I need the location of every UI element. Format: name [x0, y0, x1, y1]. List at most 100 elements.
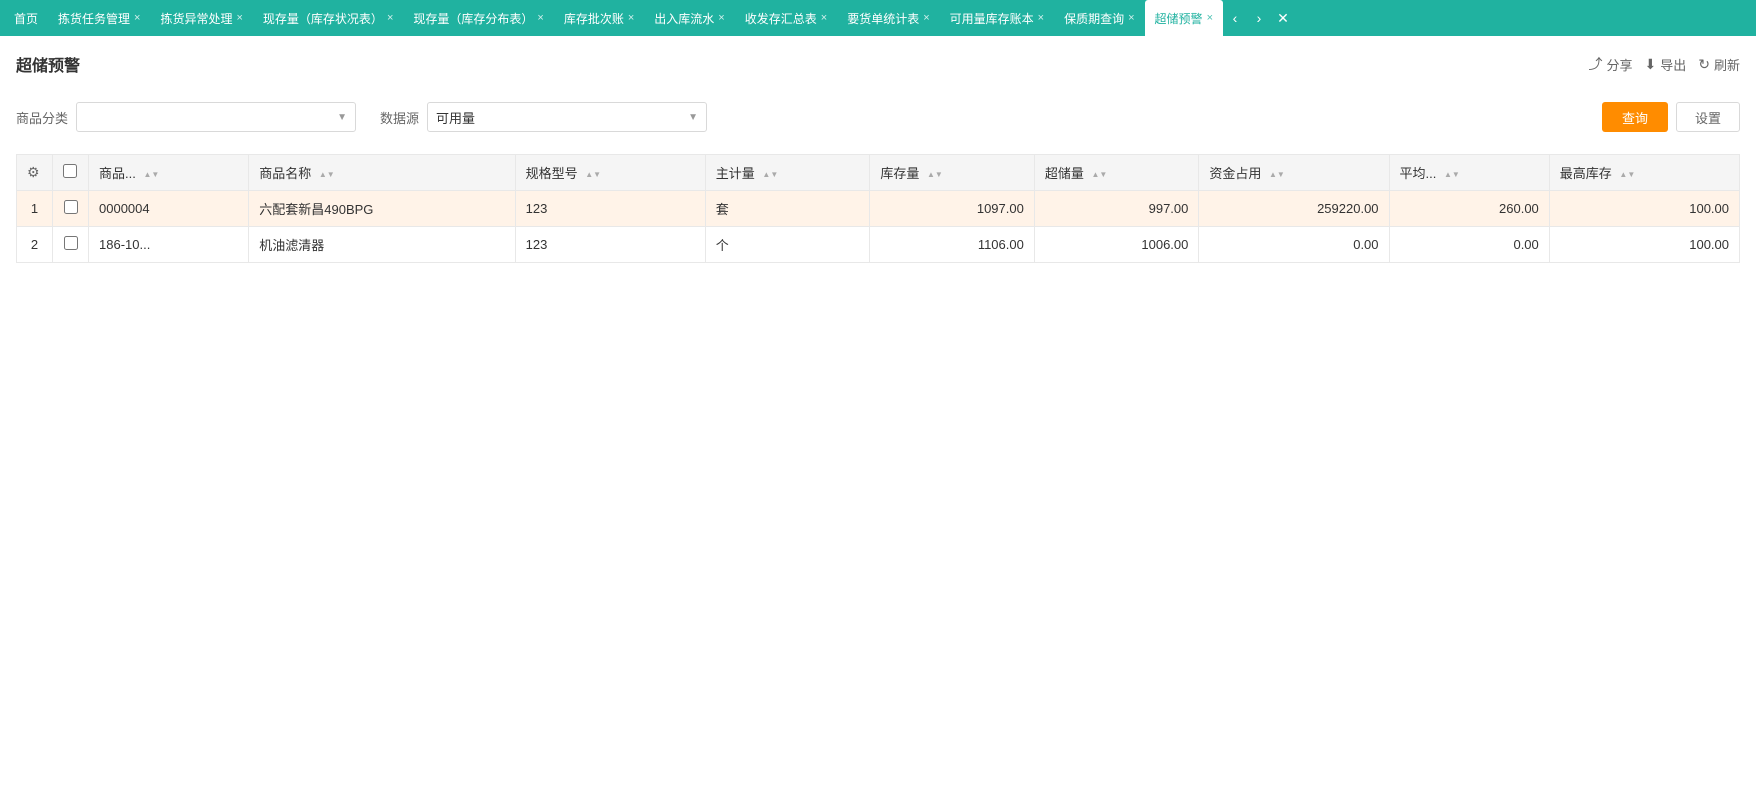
name-sort-icon: ▲▼ — [319, 170, 335, 179]
row-stock: 1097.00 — [870, 191, 1035, 227]
page-title: 超储预警 — [16, 52, 80, 76]
nav-close-arrow[interactable]: ✕ — [1271, 0, 1295, 36]
row-avg: 260.00 — [1389, 191, 1549, 227]
top-navigation: 首页 拣货任务管理 × 拣货异常处理 × 现存量（库存状况表） × 现存量（库存… — [0, 0, 1756, 36]
row-checkbox-1[interactable] — [64, 236, 78, 250]
nav-batch-account[interactable]: 库存批次账 × — [554, 0, 644, 36]
row-checkbox-cell — [53, 191, 89, 227]
filter-row: 商品分类 ▼ 数据源 可用量 ▼ 查询 设置 — [16, 92, 1740, 142]
select-all-checkbox[interactable] — [63, 164, 77, 178]
settings-button[interactable]: 设置 — [1676, 102, 1740, 132]
nav-close-pick-task[interactable]: × — [134, 12, 140, 24]
row-code: 0000004 — [89, 191, 249, 227]
maxstock-column-header[interactable]: 最高库存 ▲▼ — [1549, 155, 1739, 191]
category-label: 商品分类 — [16, 108, 68, 127]
row-capital: 259220.00 — [1199, 191, 1389, 227]
row-checkbox-0[interactable] — [64, 200, 78, 214]
row-unit: 个 — [705, 227, 870, 263]
row-name: 机油滤清器 — [249, 227, 515, 263]
nav-close-stock-dist[interactable]: × — [537, 12, 543, 24]
datasource-select[interactable]: 可用量 ▼ — [427, 102, 707, 132]
row-stock: 1106.00 — [870, 227, 1035, 263]
datasource-value: 可用量 — [436, 108, 475, 127]
table-row: 2 186-10... 机油滤清器 123 个 1106.00 1006.00 … — [17, 227, 1740, 263]
overflow-column-header[interactable]: 超储量 ▲▼ — [1034, 155, 1199, 191]
nav-close-order-stats[interactable]: × — [923, 12, 929, 24]
capital-column-header[interactable]: 资金占用 ▲▼ — [1199, 155, 1389, 191]
refresh-button[interactable]: ↻ 刷新 — [1698, 55, 1740, 74]
row-overflow: 997.00 — [1034, 191, 1199, 227]
code-sort-icon: ▲▼ — [143, 170, 159, 179]
capital-sort-icon: ▲▼ — [1269, 170, 1285, 179]
nav-close-inout-flow[interactable]: × — [718, 12, 724, 24]
category-select[interactable]: ▼ — [76, 102, 356, 132]
datasource-filter: 数据源 可用量 ▼ — [380, 102, 707, 132]
overflow-sort-icon: ▲▼ — [1091, 170, 1107, 179]
nav-next-arrow[interactable]: › — [1247, 0, 1271, 36]
nav-overstock-warning[interactable]: 超储预警 × — [1145, 0, 1223, 36]
export-icon: ⬇ — [1645, 56, 1657, 73]
row-maxstock: 100.00 — [1549, 227, 1739, 263]
nav-order-stats[interactable]: 要货单统计表 × — [837, 0, 939, 36]
row-spec: 123 — [515, 227, 705, 263]
checkbox-column-header — [53, 155, 89, 191]
row-number: 1 — [17, 191, 53, 227]
refresh-icon: ↻ — [1698, 56, 1710, 73]
table-header-row: ⚙ 商品... ▲▼ 商品名称 ▲▼ 规格型号 ▲▼ 主计 — [17, 155, 1740, 191]
nav-shelf-life[interactable]: 保质期查询 × — [1054, 0, 1144, 36]
nav-home[interactable]: 首页 — [4, 0, 48, 36]
nav-prev-arrow[interactable]: ‹ — [1223, 0, 1247, 36]
export-button[interactable]: ⬇ 导出 — [1645, 55, 1687, 74]
nav-close-batch-account[interactable]: × — [628, 12, 634, 24]
category-filter: 商品分类 ▼ — [16, 102, 356, 132]
share-button[interactable]: ⤴ 分享 — [1588, 54, 1632, 74]
nav-close-collect-summary[interactable]: × — [821, 12, 827, 24]
nav-collect-summary[interactable]: 收发存汇总表 × — [735, 0, 837, 36]
nav-close-shelf-life[interactable]: × — [1128, 12, 1134, 24]
unit-sort-icon: ▲▼ — [762, 170, 778, 179]
name-column-header[interactable]: 商品名称 ▲▼ — [249, 155, 515, 191]
main-content: 超储预警 ⤴ 分享 ⬇ 导出 ↻ 刷新 商品分类 ▼ 数据源 — [0, 36, 1756, 800]
filter-actions: 查询 设置 — [1602, 102, 1740, 132]
nav-close-pick-exception[interactable]: × — [236, 12, 242, 24]
datasource-label: 数据源 — [380, 108, 419, 127]
nav-pick-exception[interactable]: 拣货异常处理 × — [150, 0, 252, 36]
avg-column-header[interactable]: 平均... ▲▼ — [1389, 155, 1549, 191]
category-chevron-icon: ▼ — [337, 112, 347, 123]
row-unit: 套 — [705, 191, 870, 227]
row-capital: 0.00 — [1199, 227, 1389, 263]
table-row: 1 0000004 六配套新昌490BPG 123 套 1097.00 997.… — [17, 191, 1740, 227]
datasource-chevron-icon: ▼ — [688, 112, 698, 123]
row-name: 六配套新昌490BPG — [249, 191, 515, 227]
row-code: 186-10... — [89, 227, 249, 263]
nav-stock-status[interactable]: 现存量（库存状况表） × — [253, 0, 403, 36]
row-maxstock: 100.00 — [1549, 191, 1739, 227]
stock-sort-icon: ▲▼ — [927, 170, 943, 179]
nav-close-stock-status[interactable]: × — [387, 12, 393, 24]
header-actions: ⤴ 分享 ⬇ 导出 ↻ 刷新 — [1588, 54, 1740, 74]
unit-column-header[interactable]: 主计量 ▲▼ — [705, 155, 870, 191]
code-column-header[interactable]: 商品... ▲▼ — [89, 155, 249, 191]
avg-sort-icon: ▲▼ — [1444, 170, 1460, 179]
row-spec: 123 — [515, 191, 705, 227]
query-button[interactable]: 查询 — [1602, 102, 1668, 132]
row-checkbox-cell — [53, 227, 89, 263]
nav-close-available-stock[interactable]: × — [1038, 12, 1044, 24]
settings-column-header[interactable]: ⚙ — [17, 155, 53, 191]
row-number: 2 — [17, 227, 53, 263]
gear-icon[interactable]: ⚙ — [27, 164, 40, 180]
data-table: ⚙ 商品... ▲▼ 商品名称 ▲▼ 规格型号 ▲▼ 主计 — [16, 154, 1740, 263]
spec-column-header[interactable]: 规格型号 ▲▼ — [515, 155, 705, 191]
nav-pick-task[interactable]: 拣货任务管理 × — [48, 0, 150, 36]
row-avg: 0.00 — [1389, 227, 1549, 263]
maxstock-sort-icon: ▲▼ — [1619, 170, 1635, 179]
nav-stock-dist[interactable]: 现存量（库存分布表） × — [403, 0, 553, 36]
nav-inout-flow[interactable]: 出入库流水 × — [644, 0, 734, 36]
row-overflow: 1006.00 — [1034, 227, 1199, 263]
page-header: 超储预警 ⤴ 分享 ⬇ 导出 ↻ 刷新 — [16, 52, 1740, 76]
stock-column-header[interactable]: 库存量 ▲▼ — [870, 155, 1035, 191]
nav-close-overstock[interactable]: × — [1207, 12, 1213, 24]
nav-available-stock[interactable]: 可用量库存账本 × — [940, 0, 1054, 36]
share-icon: ⤴ — [1588, 54, 1602, 74]
spec-sort-icon: ▲▼ — [585, 170, 601, 179]
